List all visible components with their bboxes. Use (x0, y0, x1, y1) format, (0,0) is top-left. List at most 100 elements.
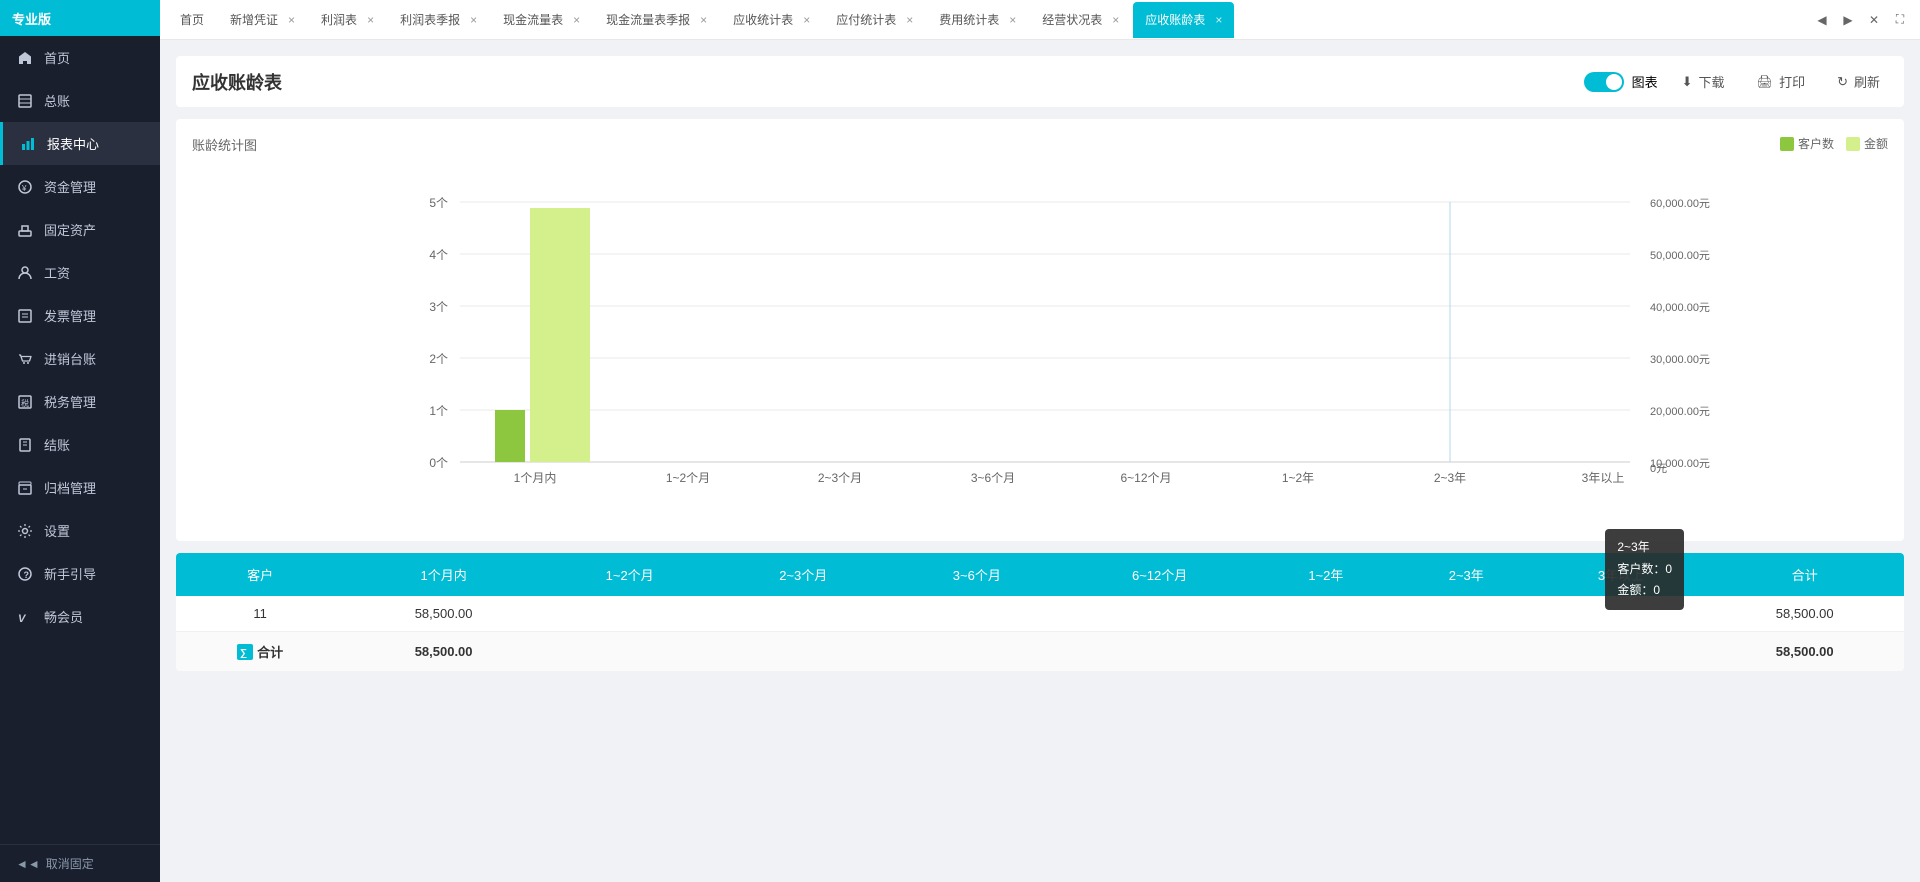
sidebar-label-guide: 新手引导 (44, 564, 96, 583)
svg-text:0个: 0个 (429, 456, 448, 470)
sidebar-collapse-btn[interactable]: ◄◄ 取消固定 (0, 844, 160, 882)
tab-expense-stats-close[interactable]: × (1009, 13, 1016, 27)
svg-text:0元: 0元 (1650, 463, 1667, 475)
sidebar-label-salary: 工资 (44, 263, 70, 282)
tax-icon: 税 (16, 393, 34, 411)
sidebar-label-archive: 归档管理 (44, 478, 96, 497)
tab-new-voucher-close[interactable]: × (288, 13, 295, 27)
sidebar-item-close-book[interactable]: 结账 (0, 423, 160, 466)
table-header-row: 客户 1个月内 1~2个月 2~3个月 3~6个月 6~12个月 1~2年 2~… (176, 553, 1904, 596)
tab-maximize[interactable]: ⛶ (1888, 8, 1912, 32)
tab-profit[interactable]: 利润表 × (309, 2, 386, 38)
tab-new-voucher[interactable]: 新增凭证 × (218, 2, 307, 38)
page-actions: 图表 ⬇ 下载 🖨 打印 ↻ 刷新 (1584, 68, 1888, 95)
tab-ap-stats[interactable]: 应付统计表 × (824, 2, 925, 38)
total-row: ∑ 合计 58,500.00 58,500.00 (176, 632, 1904, 672)
cell-1-2m (543, 596, 717, 632)
total-2-3m (716, 632, 890, 672)
invoice-icon (16, 307, 34, 325)
download-btn[interactable]: ⬇ 下载 (1674, 68, 1733, 95)
ledger-icon (16, 92, 34, 110)
sidebar-label-tax: 税务管理 (44, 392, 96, 411)
tab-ar-stats-close[interactable]: × (803, 13, 810, 27)
total-label-container: ∑ 合计 (186, 642, 334, 661)
print-btn[interactable]: 🖨 打印 (1749, 68, 1814, 95)
sidebar-item-settings[interactable]: 设置 (0, 509, 160, 552)
svg-text:30,000.00元: 30,000.00元 (1650, 354, 1710, 366)
toggle-label: 图表 (1632, 72, 1658, 91)
sidebar-item-report-center[interactable]: 报表中心 (0, 122, 160, 165)
svg-text:2个: 2个 (429, 352, 448, 366)
print-icon: 🖨 (1757, 74, 1774, 90)
col-3y-plus: 3年以上 (1536, 553, 1705, 596)
refresh-btn[interactable]: ↻ 刷新 (1829, 68, 1888, 95)
svg-text:20,000.00元: 20,000.00元 (1650, 406, 1710, 418)
cell-total: 58,500.00 (1705, 596, 1904, 632)
svg-text:50,000.00元: 50,000.00元 (1650, 250, 1710, 262)
col-3-6m: 3~6个月 (890, 553, 1064, 596)
sidebar-item-invoice[interactable]: 发票管理 (0, 294, 160, 337)
sidebar-item-ledger[interactable]: 总账 (0, 79, 160, 122)
tab-profit-quarterly-close[interactable]: × (470, 13, 477, 27)
chart-toggle[interactable]: 图表 (1584, 72, 1658, 92)
tab-profit-label: 利润表 (321, 11, 357, 28)
sidebar-item-fixed-assets[interactable]: 固定资产 (0, 208, 160, 251)
tab-cashflow-quarterly-close[interactable]: × (700, 13, 707, 27)
col-6-12m: 6~12个月 (1064, 553, 1256, 596)
tab-ap-stats-label: 应付统计表 (836, 11, 896, 28)
total-3y-plus (1536, 632, 1705, 672)
sidebar-item-guide[interactable]: ? 新手引导 (0, 552, 160, 595)
tab-ap-stats-close[interactable]: × (906, 13, 913, 27)
cell-1-2y (1256, 596, 1396, 632)
tab-ar-aging[interactable]: 应收账龄表 × (1133, 2, 1234, 38)
tab-expense-stats[interactable]: 费用统计表 × (927, 2, 1028, 38)
sidebar-item-fund[interactable]: ¥ 资金管理 (0, 165, 160, 208)
tab-scroll-right[interactable]: ▶ (1836, 8, 1860, 32)
toggle-track[interactable] (1584, 72, 1624, 92)
svg-text:3~6个月: 3~6个月 (971, 471, 1015, 485)
tab-business-status-close[interactable]: × (1112, 13, 1119, 27)
tab-close-all[interactable]: ✕ (1862, 8, 1886, 32)
tab-nav-area: ◀ ▶ ✕ ⛶ (1810, 8, 1912, 32)
tab-ar-stats[interactable]: 应收统计表 × (721, 2, 822, 38)
bar-1m-count[interactable] (495, 410, 525, 462)
legend-customer-color (1780, 137, 1794, 151)
sidebar-item-archive[interactable]: 归档管理 (0, 466, 160, 509)
sidebar-item-purchase-sales[interactable]: 进销台账 (0, 337, 160, 380)
total-1-2m (543, 632, 717, 672)
tab-profit-close[interactable]: × (367, 13, 374, 27)
tab-cashflow-quarterly[interactable]: 现金流量表季报 × (594, 2, 719, 38)
table-row: 11 58,500.00 58,500.00 (176, 596, 1904, 632)
app-logo: 专业版 (0, 0, 160, 36)
tab-cashflow-label: 现金流量表 (503, 11, 563, 28)
sidebar-label-vip: 畅会员 (44, 607, 83, 626)
total-3-6m (890, 632, 1064, 672)
tab-ar-aging-close[interactable]: × (1215, 13, 1222, 27)
home-icon (16, 49, 34, 67)
sidebar-label-ledger: 总账 (44, 91, 70, 110)
legend-amount: 金额 (1846, 135, 1888, 152)
svg-text:?: ? (24, 570, 30, 580)
col-2-3m: 2~3个月 (716, 553, 890, 596)
col-1-2m: 1~2个月 (543, 553, 717, 596)
sidebar-item-home[interactable]: 首页 (0, 36, 160, 79)
total-icon: ∑ (237, 644, 253, 660)
tab-cashflow[interactable]: 现金流量表 × (491, 2, 592, 38)
bar-1m-amount[interactable] (530, 208, 590, 462)
toggle-thumb (1606, 74, 1622, 90)
chart-legend: 客户数 金额 (1780, 135, 1888, 152)
tab-cashflow-close[interactable]: × (573, 13, 580, 27)
legend-customer-count: 客户数 (1780, 135, 1834, 152)
tab-home[interactable]: 首页 (168, 2, 216, 38)
tab-scroll-left[interactable]: ◀ (1810, 8, 1834, 32)
sidebar-item-vip[interactable]: V 畅会员 (0, 595, 160, 638)
tab-profit-quarterly[interactable]: 利润表季报 × (388, 2, 489, 38)
sidebar-item-salary[interactable]: 工资 (0, 251, 160, 294)
sidebar-item-tax[interactable]: 税 税务管理 (0, 380, 160, 423)
cell-2-3y (1396, 596, 1536, 632)
total-6-12m (1064, 632, 1256, 672)
tab-business-status[interactable]: 经营状况表 × (1030, 2, 1131, 38)
download-icon: ⬇ (1682, 74, 1693, 90)
tab-bar: 首页 新增凭证 × 利润表 × 利润表季报 × 现金流量表 × 现金流量表季报 … (160, 0, 1920, 40)
svg-text:1个: 1个 (429, 404, 448, 418)
